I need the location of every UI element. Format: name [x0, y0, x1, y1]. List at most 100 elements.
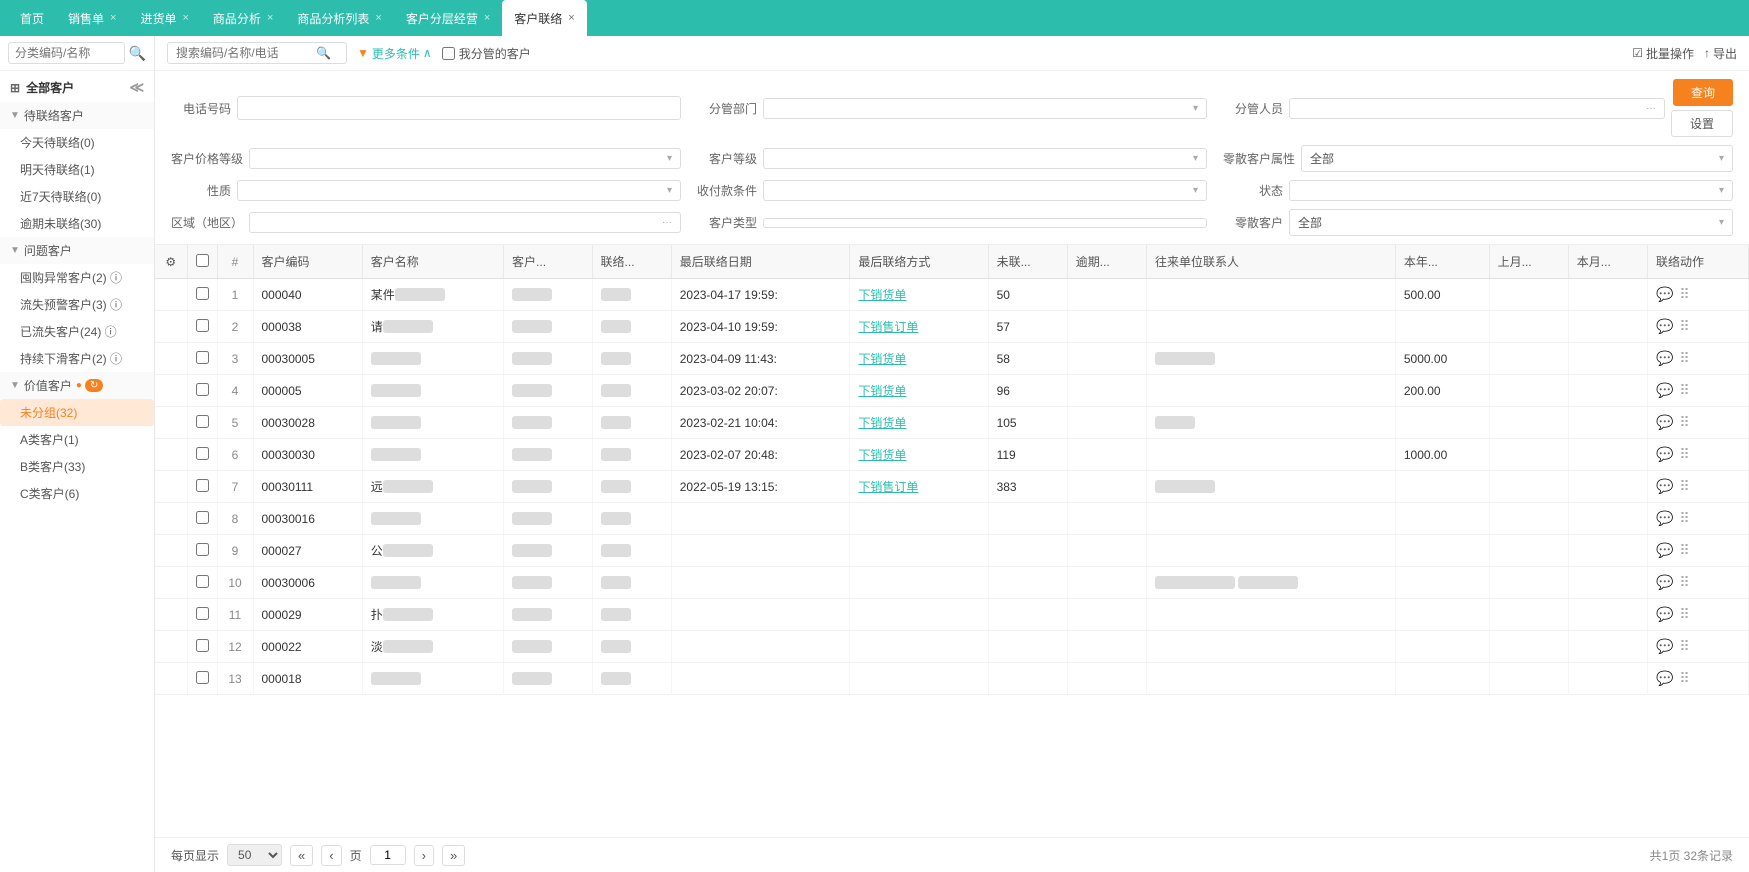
- manager-select[interactable]: ···: [1289, 98, 1665, 119]
- chat-icon[interactable]: 💬: [1656, 670, 1673, 687]
- my-customers-checkbox-area[interactable]: 我分管的客户: [442, 45, 531, 62]
- qr-icon[interactable]: ⠿: [1679, 446, 1689, 463]
- row-checkbox[interactable]: [196, 511, 209, 524]
- payment-select[interactable]: ▾: [763, 180, 1207, 201]
- qr-icon[interactable]: ⠿: [1679, 318, 1689, 335]
- contact-method-link[interactable]: 下销售订单: [858, 320, 918, 334]
- search-icon[interactable]: 🔍: [316, 46, 331, 60]
- retail-customer-select[interactable]: 全部 ▾: [1289, 209, 1733, 236]
- page-size-select[interactable]: 50 20 100: [227, 844, 282, 866]
- more-conditions-btn[interactable]: ▼ 更多条件 ∧: [357, 45, 432, 62]
- sidebar-item-tomorrow[interactable]: 明天待联络(1): [0, 156, 154, 183]
- first-page-btn[interactable]: «: [290, 845, 313, 866]
- row-checkbox[interactable]: [196, 319, 209, 332]
- tab-customer-contact[interactable]: 客户联络 ×: [502, 0, 586, 36]
- qr-icon[interactable]: ⠿: [1679, 414, 1689, 431]
- row-checkbox[interactable]: [196, 607, 209, 620]
- price-level-select[interactable]: ▾: [249, 148, 681, 169]
- qr-icon[interactable]: ⠿: [1679, 574, 1689, 591]
- row-checkbox[interactable]: [196, 479, 209, 492]
- qr-icon[interactable]: ⠿: [1679, 542, 1689, 559]
- close-icon[interactable]: ×: [375, 12, 381, 24]
- search-input[interactable]: [176, 46, 316, 60]
- last-page-btn[interactable]: »: [442, 845, 465, 866]
- export-btn[interactable]: ↑ 导出: [1704, 45, 1737, 62]
- close-icon[interactable]: ×: [568, 12, 574, 24]
- settings-icon[interactable]: ⚙: [165, 255, 176, 269]
- select-all-checkbox[interactable]: [196, 254, 209, 267]
- sidebar-search-input[interactable]: [8, 42, 125, 64]
- dept-select[interactable]: ▾: [763, 98, 1207, 119]
- tab-product-list[interactable]: 商品分析列表 ×: [285, 0, 393, 36]
- sidebar-item-today[interactable]: 今天待联络(0): [0, 129, 154, 156]
- contact-method-link[interactable]: 下销货单: [858, 384, 906, 398]
- contact-method-link[interactable]: 下销货单: [858, 448, 906, 462]
- row-checkbox[interactable]: [196, 447, 209, 460]
- chat-icon[interactable]: 💬: [1656, 542, 1673, 559]
- sidebar-search-icon[interactable]: 🔍: [129, 45, 146, 62]
- qr-icon[interactable]: ⠿: [1679, 510, 1689, 527]
- collapse-icon[interactable]: ≪: [129, 79, 144, 96]
- reset-button[interactable]: 设置: [1671, 110, 1733, 137]
- chat-icon[interactable]: 💬: [1656, 478, 1673, 495]
- qr-icon[interactable]: ⠿: [1679, 286, 1689, 303]
- chat-icon[interactable]: 💬: [1656, 286, 1673, 303]
- sidebar-item-churn-warning[interactable]: 流失预警客户(3) ⓘ: [0, 291, 154, 318]
- query-button[interactable]: 查询: [1673, 79, 1733, 106]
- qr-icon[interactable]: ⠿: [1679, 382, 1689, 399]
- chat-icon[interactable]: 💬: [1656, 510, 1673, 527]
- row-checkbox[interactable]: [196, 575, 209, 588]
- row-checkbox[interactable]: [196, 543, 209, 556]
- sidebar-item-b-class[interactable]: B类客户(33): [0, 453, 154, 480]
- next-page-btn[interactable]: ›: [414, 845, 434, 866]
- contact-method-link[interactable]: 下销售订单: [858, 480, 918, 494]
- phone-input[interactable]: [237, 96, 681, 120]
- tab-purchase[interactable]: 进货单 ×: [128, 0, 200, 36]
- tab-home[interactable]: 首页: [8, 0, 56, 36]
- sidebar-item-ungroup[interactable]: 未分组(32): [0, 399, 154, 426]
- sidebar-item-overdue[interactable]: 逾期未联络(30): [0, 210, 154, 237]
- region-select[interactable]: ···: [249, 212, 681, 233]
- tab-sales[interactable]: 销售单 ×: [56, 0, 128, 36]
- row-checkbox[interactable]: [196, 639, 209, 652]
- close-icon[interactable]: ×: [484, 12, 490, 24]
- sidebar-item-churned[interactable]: 已流失客户(24) ⓘ: [0, 318, 154, 345]
- contact-method-link[interactable]: 下销货单: [858, 352, 906, 366]
- customer-level-select[interactable]: ▾: [763, 148, 1207, 169]
- contact-method-link[interactable]: 下销货单: [858, 288, 906, 302]
- chat-icon[interactable]: 💬: [1656, 574, 1673, 591]
- refresh-icon[interactable]: ↻: [85, 379, 103, 392]
- chat-icon[interactable]: 💬: [1656, 350, 1673, 367]
- status-select[interactable]: ▾: [1289, 180, 1733, 201]
- row-checkbox[interactable]: [196, 287, 209, 300]
- sidebar-item-declining[interactable]: 持续下滑客户(2) ⓘ: [0, 345, 154, 372]
- qr-icon[interactable]: ⠿: [1679, 638, 1689, 655]
- chat-icon[interactable]: 💬: [1656, 382, 1673, 399]
- retail-attr-select[interactable]: 全部 ▾: [1301, 145, 1733, 172]
- row-checkbox[interactable]: [196, 383, 209, 396]
- chat-icon[interactable]: 💬: [1656, 414, 1673, 431]
- customer-type-select[interactable]: [763, 218, 1207, 228]
- close-icon[interactable]: ×: [182, 12, 188, 24]
- tab-customer-segment[interactable]: 客户分层经营 ×: [394, 0, 502, 36]
- row-checkbox[interactable]: [196, 671, 209, 684]
- batch-ops-btn[interactable]: ☑ 批量操作: [1632, 45, 1694, 62]
- close-icon[interactable]: ×: [110, 12, 116, 24]
- sidebar-item-7days[interactable]: 近7天待联络(0): [0, 183, 154, 210]
- my-customers-checkbox[interactable]: [442, 47, 455, 60]
- nature-select[interactable]: ▾: [237, 180, 681, 201]
- sidebar-item-c-class[interactable]: C类客户(6): [0, 480, 154, 507]
- chat-icon[interactable]: 💬: [1656, 638, 1673, 655]
- row-checkbox[interactable]: [196, 351, 209, 364]
- sidebar-item-a-class[interactable]: A类客户(1): [0, 426, 154, 453]
- chat-icon[interactable]: 💬: [1656, 446, 1673, 463]
- prev-page-btn[interactable]: ‹: [321, 845, 341, 866]
- qr-icon[interactable]: ⠿: [1679, 606, 1689, 623]
- chat-icon[interactable]: 💬: [1656, 318, 1673, 335]
- page-input[interactable]: [370, 845, 406, 865]
- contact-method-link[interactable]: 下销货单: [858, 416, 906, 430]
- sidebar-item-abnormal[interactable]: 囤购异常客户(2) ⓘ: [0, 264, 154, 291]
- qr-icon[interactable]: ⠿: [1679, 670, 1689, 687]
- qr-icon[interactable]: ⠿: [1679, 350, 1689, 367]
- chat-icon[interactable]: 💬: [1656, 606, 1673, 623]
